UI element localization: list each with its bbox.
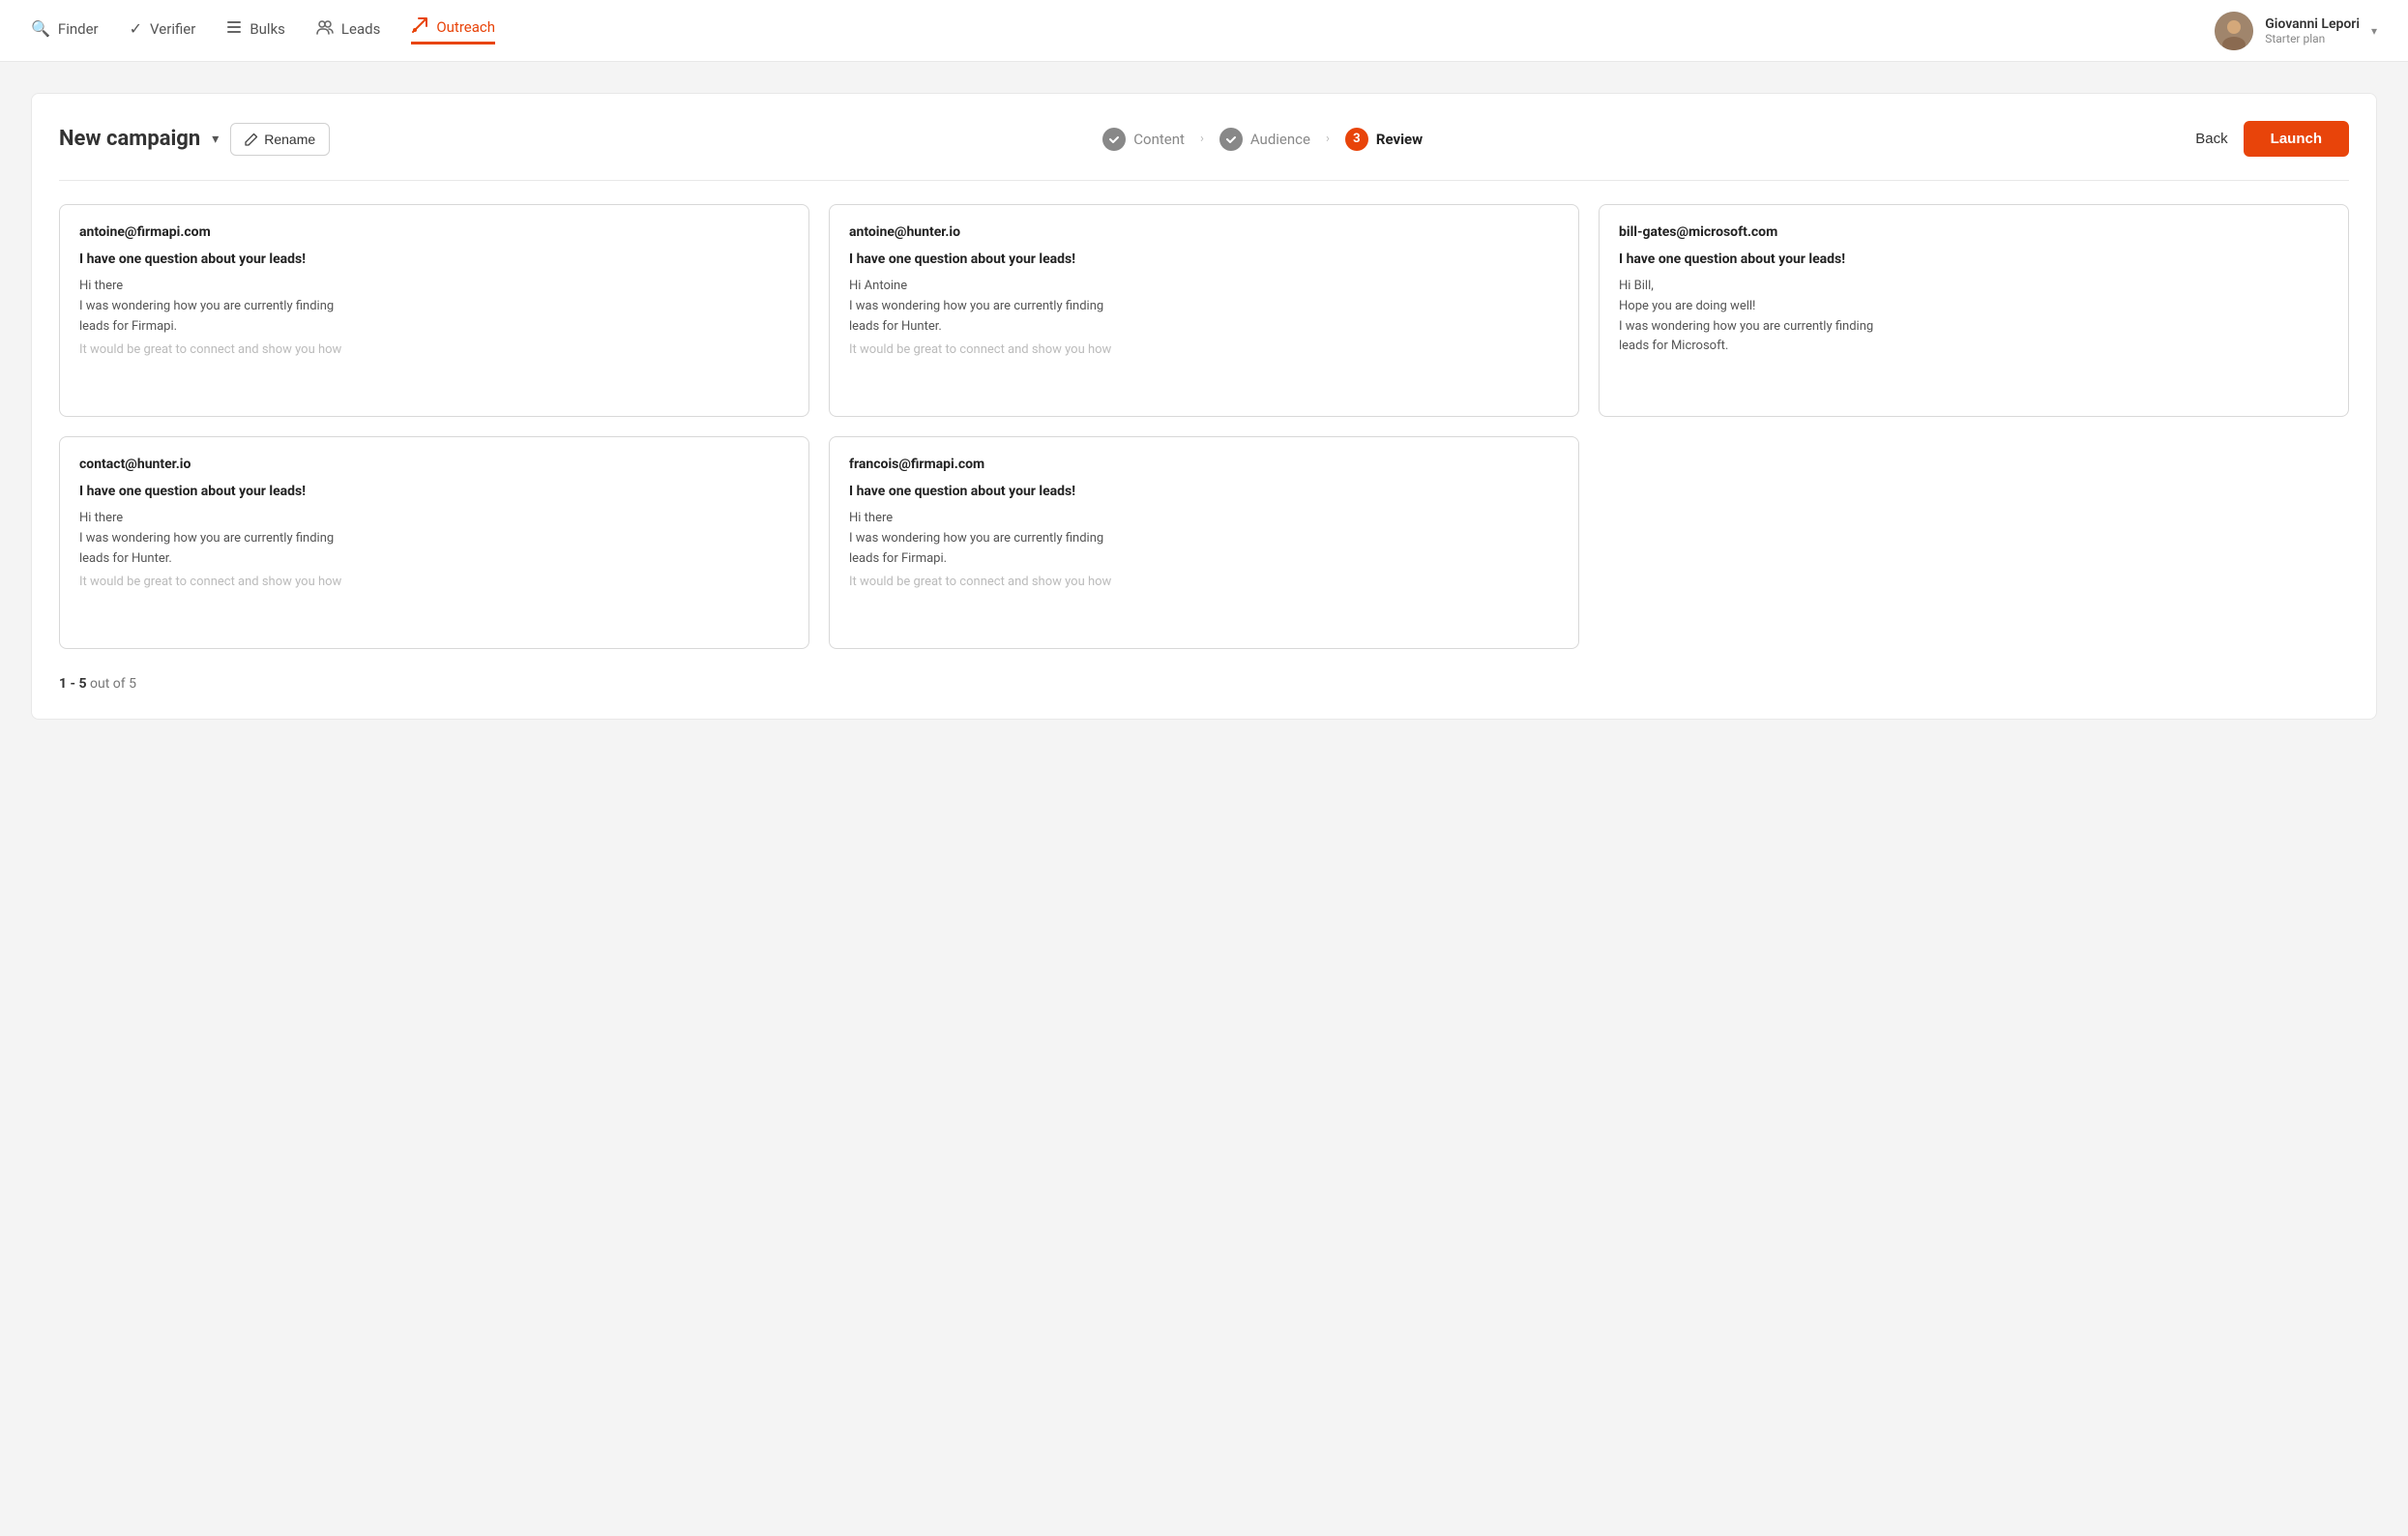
email-line-4-0: Hi there xyxy=(849,509,1559,529)
nav-label-leads: Leads xyxy=(341,20,380,38)
email-card-4[interactable]: francois@firmapi.com I have one question … xyxy=(829,436,1579,649)
email-line-4-1: I was wondering how you are currently fi… xyxy=(849,529,1559,549)
main-content: New campaign ▾ Rename Content › xyxy=(0,62,2408,751)
email-line-3-1: I was wondering how you are currently fi… xyxy=(79,529,789,549)
rename-icon xyxy=(245,133,258,146)
step-review-circle: 3 xyxy=(1345,128,1368,151)
step-audience-circle xyxy=(1219,128,1243,151)
email-address-4: francois@firmapi.com xyxy=(849,457,1559,472)
pagination-total: 5 xyxy=(129,676,136,692)
pagination-range: 1 - 5 xyxy=(59,676,87,692)
email-address-2: bill-gates@microsoft.com xyxy=(1619,224,2329,240)
back-button[interactable]: Back xyxy=(2195,131,2227,147)
email-line-2-0: Hi Bill, xyxy=(1619,277,2329,297)
email-address-1: antoine@hunter.io xyxy=(849,224,1559,240)
nav-right: Giovanni Lepori Starter plan ▾ xyxy=(2215,12,2377,50)
avatar xyxy=(2215,12,2253,50)
step-content-circle xyxy=(1102,128,1126,151)
email-faded-3: It would be great to connect and show yo… xyxy=(79,573,789,593)
campaign-card: New campaign ▾ Rename Content › xyxy=(31,93,2377,720)
nav-item-outreach[interactable]: Outreach xyxy=(411,16,495,44)
nav-left: 🔍 Finder ✓ Verifier Bulks Leads Outreach xyxy=(31,16,495,44)
step-content[interactable]: Content xyxy=(1102,128,1185,151)
nav-label-bulks: Bulks xyxy=(250,20,285,38)
user-info: Giovanni Lepori Starter plan xyxy=(2265,16,2360,45)
divider xyxy=(59,180,2349,181)
rename-button[interactable]: Rename xyxy=(230,123,330,156)
email-line-2-2: I was wondering how you are currently fi… xyxy=(1619,317,2329,338)
launch-button[interactable]: Launch xyxy=(2244,121,2349,157)
campaign-title: New campaign xyxy=(59,127,200,151)
finder-icon: 🔍 xyxy=(31,19,50,38)
step-arrow-1: › xyxy=(1200,132,1204,146)
email-subject-2: I have one question about your leads! xyxy=(1619,251,2329,267)
pagination-label: out of xyxy=(90,676,129,692)
email-line-0-2: leads for Firmapi. xyxy=(79,317,789,338)
email-card-3[interactable]: contact@hunter.io I have one question abo… xyxy=(59,436,809,649)
email-line-1-2: leads for Hunter. xyxy=(849,317,1559,338)
step-arrow-2: › xyxy=(1326,132,1330,146)
email-card-0[interactable]: antoine@firmapi.com I have one question a… xyxy=(59,204,809,417)
email-subject-0: I have one question about your leads! xyxy=(79,251,789,267)
email-line-2-1: Hope you are doing well! xyxy=(1619,297,2329,317)
email-faded-0: It would be great to connect and show yo… xyxy=(79,340,789,361)
step-audience[interactable]: Audience xyxy=(1219,128,1310,151)
steps-nav: Content › Audience › 3 Review xyxy=(1102,128,1423,151)
campaign-title-group: New campaign ▾ Rename xyxy=(59,123,330,156)
step-review[interactable]: 3 Review xyxy=(1345,128,1423,151)
email-address-3: contact@hunter.io xyxy=(79,457,789,472)
header-actions: Back Launch xyxy=(2195,121,2349,157)
user-plan: Starter plan xyxy=(2265,32,2360,45)
rename-label: Rename xyxy=(264,132,315,147)
nav-label-finder: Finder xyxy=(58,20,99,38)
email-card-empty xyxy=(1599,436,2349,649)
pagination: 1 - 5 out of 5 xyxy=(59,676,2349,692)
email-card-2[interactable]: bill-gates@microsoft.com I have one quest… xyxy=(1599,204,2349,417)
email-faded-1: It would be great to connect and show yo… xyxy=(849,340,1559,361)
email-subject-1: I have one question about your leads! xyxy=(849,251,1559,267)
campaign-header: New campaign ▾ Rename Content › xyxy=(59,121,2349,157)
email-line-0-1: I was wondering how you are currently fi… xyxy=(79,297,789,317)
email-subject-4: I have one question about your leads! xyxy=(849,484,1559,499)
outreach-icon xyxy=(411,16,428,38)
nav-label-outreach: Outreach xyxy=(436,18,495,36)
leads-icon xyxy=(316,19,334,39)
nav-item-verifier[interactable]: ✓ Verifier xyxy=(130,19,196,42)
email-subject-3: I have one question about your leads! xyxy=(79,484,789,499)
nav-label-verifier: Verifier xyxy=(150,20,195,38)
step-content-label: Content xyxy=(1133,131,1185,148)
campaign-title-chevron[interactable]: ▾ xyxy=(212,132,219,147)
nav-item-leads[interactable]: Leads xyxy=(316,19,380,43)
email-address-0: antoine@firmapi.com xyxy=(79,224,789,240)
email-grid: antoine@firmapi.com I have one question a… xyxy=(59,204,2349,649)
navbar: 🔍 Finder ✓ Verifier Bulks Leads Outreach xyxy=(0,0,2408,62)
nav-item-bulks[interactable]: Bulks xyxy=(226,19,285,43)
email-line-3-2: leads for Hunter. xyxy=(79,549,789,570)
user-name: Giovanni Lepori xyxy=(2265,16,2360,32)
email-line-4-2: leads for Firmapi. xyxy=(849,549,1559,570)
email-card-1[interactable]: antoine@hunter.io I have one question abo… xyxy=(829,204,1579,417)
email-line-2-3: leads for Microsoft. xyxy=(1619,337,2329,357)
nav-item-finder[interactable]: 🔍 Finder xyxy=(31,19,99,42)
email-line-0-0: Hi there xyxy=(79,277,789,297)
step-audience-label: Audience xyxy=(1250,131,1310,148)
email-faded-4: It would be great to connect and show yo… xyxy=(849,573,1559,593)
user-menu-chevron[interactable]: ▾ xyxy=(2371,24,2377,38)
email-line-3-0: Hi there xyxy=(79,509,789,529)
step-review-label: Review xyxy=(1376,131,1423,148)
verifier-icon: ✓ xyxy=(130,19,142,38)
email-line-1-0: Hi Antoine xyxy=(849,277,1559,297)
email-line-1-1: I was wondering how you are currently fi… xyxy=(849,297,1559,317)
bulks-icon xyxy=(226,19,242,39)
